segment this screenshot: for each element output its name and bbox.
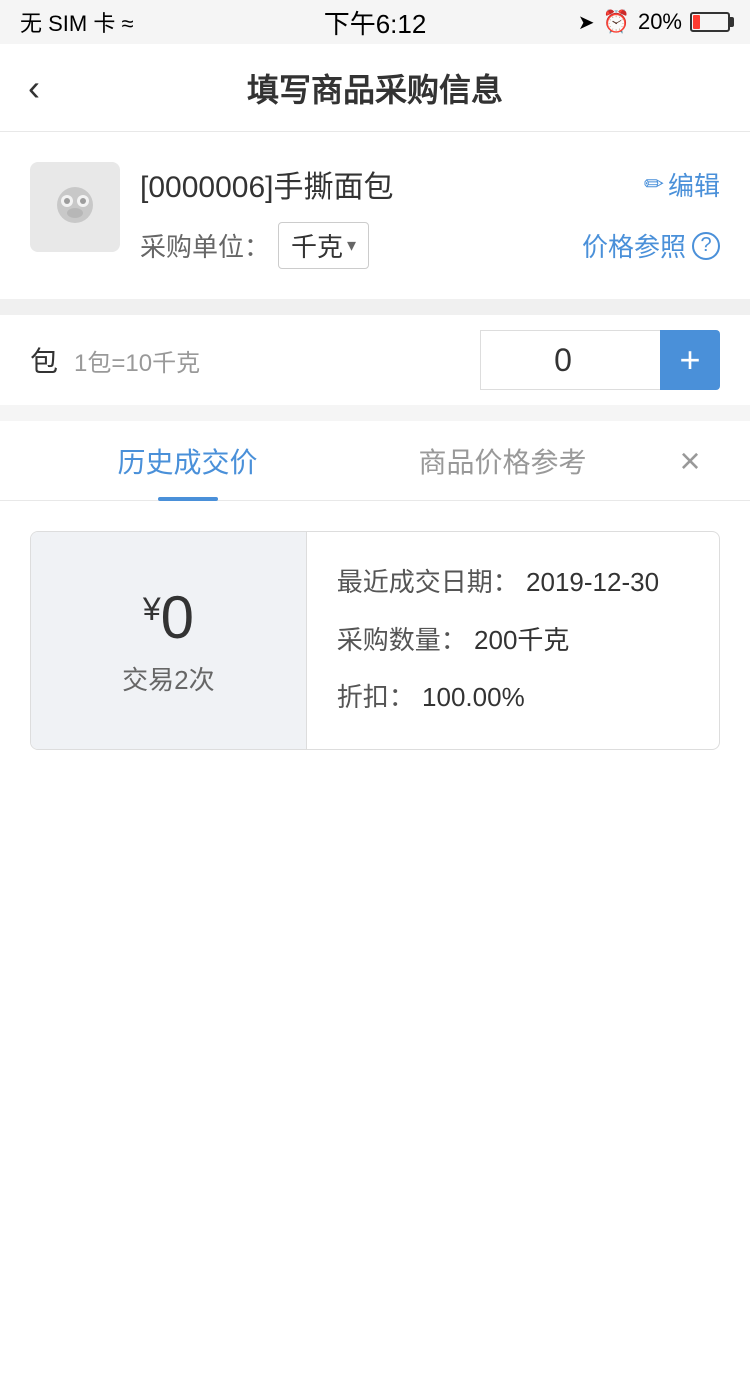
status-bar: 无 SIM 卡 ≈ 下午6:12 ➤ ⏰ 20% <box>0 0 750 44</box>
edit-icon: ✏ <box>644 170 664 199</box>
page-title: 填写商品采购信息 <box>247 65 503 111</box>
unit-label: 采购单位： 千克 ▾ <box>140 222 369 269</box>
section-divider <box>0 299 750 315</box>
price-reference-button[interactable]: 价格参照 ? <box>582 227 720 264</box>
tab-history-price[interactable]: 历史成交价 <box>30 421 345 501</box>
nav-bar: ‹ 填写商品采购信息 <box>0 44 750 132</box>
currency-symbol: ¥ <box>143 591 161 628</box>
product-info: [0000006]手撕面包 ✏ 编辑 采购单位： 千克 ▾ 价格参照 ? <box>140 162 720 269</box>
product-name: [0000006]手撕面包 <box>140 162 393 206</box>
discount-value: 100.00% <box>422 682 525 712</box>
quantity-label-group: 包 1包=10千克 <box>30 340 200 380</box>
price-details-right: 最近成交日期： 2019-12-30 采购数量： 200千克 折扣： 100.0… <box>307 532 719 749</box>
tab-close-button[interactable]: × <box>660 431 720 491</box>
sim-signal-label: 无 SIM 卡 ≈ <box>20 6 134 38</box>
alarm-icon: ⏰ <box>603 9 630 35</box>
purchase-qty-row: 采购数量： 200千克 <box>337 620 689 662</box>
quantity-row: 包 1包=10千克 + <box>0 315 750 405</box>
back-button[interactable]: ‹ <box>28 67 40 109</box>
discount-row: 折扣： 100.00% <box>337 677 689 719</box>
trades-count: 交易2次 <box>122 660 214 697</box>
location-icon: ➤ <box>578 10 595 35</box>
help-icon: ? <box>692 232 720 260</box>
price-summary-left: ¥ 0 交易2次 <box>31 532 307 749</box>
product-thumb-icon <box>45 177 105 237</box>
battery-icon <box>690 12 730 32</box>
quantity-plus-button[interactable]: + <box>660 330 720 390</box>
price-record-card: ¥ 0 交易2次 最近成交日期： 2019-12-30 采购数量： 200千克 … <box>30 531 720 750</box>
recent-date-value: 2019-12-30 <box>526 567 659 597</box>
status-right: ➤ ⏰ 20% <box>578 9 730 35</box>
battery-percent: 20% <box>638 9 682 35</box>
unit-select[interactable]: 千克 ▾ <box>278 222 369 269</box>
status-time: 下午6:12 <box>324 4 427 41</box>
quantity-input[interactable] <box>480 330 660 390</box>
edit-button[interactable]: ✏ 编辑 <box>644 166 720 203</box>
dropdown-arrow-icon: ▾ <box>347 235 356 256</box>
bag-unit-label: 包 <box>30 340 58 380</box>
purchase-qty-value: 200千克 <box>474 625 569 655</box>
product-card: [0000006]手撕面包 ✏ 编辑 采购单位： 千克 ▾ 价格参照 ? <box>0 132 750 299</box>
status-left: 无 SIM 卡 ≈ <box>20 6 134 38</box>
tab-reference-label: 商品价格参考 <box>418 441 586 481</box>
discount-label: 折扣： <box>337 682 415 712</box>
main-content-area <box>0 780 750 1380</box>
price-content: ¥ 0 交易2次 最近成交日期： 2019-12-30 采购数量： 200千克 … <box>0 501 750 780</box>
recent-date-row: 最近成交日期： 2019-12-30 <box>337 562 689 604</box>
product-thumbnail <box>30 162 120 252</box>
price-number: 0 <box>161 583 194 652</box>
tab-active-indicator <box>158 497 218 501</box>
tabs-bar: 历史成交价 商品价格参考 × <box>0 421 750 501</box>
purchase-qty-label: 采购数量： <box>337 625 467 655</box>
recent-date-label: 最近成交日期： <box>337 567 519 597</box>
product-unit-row: 采购单位： 千克 ▾ 价格参照 ? <box>140 222 720 269</box>
tab-history-label: 历史成交价 <box>117 441 257 481</box>
bag-ratio-label: 1包=10千克 <box>74 343 200 378</box>
product-header: [0000006]手撕面包 ✏ 编辑 <box>140 162 720 206</box>
quantity-input-group: + <box>480 330 720 390</box>
tab-price-reference[interactable]: 商品价格参考 <box>345 421 660 501</box>
price-amount: ¥ 0 <box>143 583 194 652</box>
